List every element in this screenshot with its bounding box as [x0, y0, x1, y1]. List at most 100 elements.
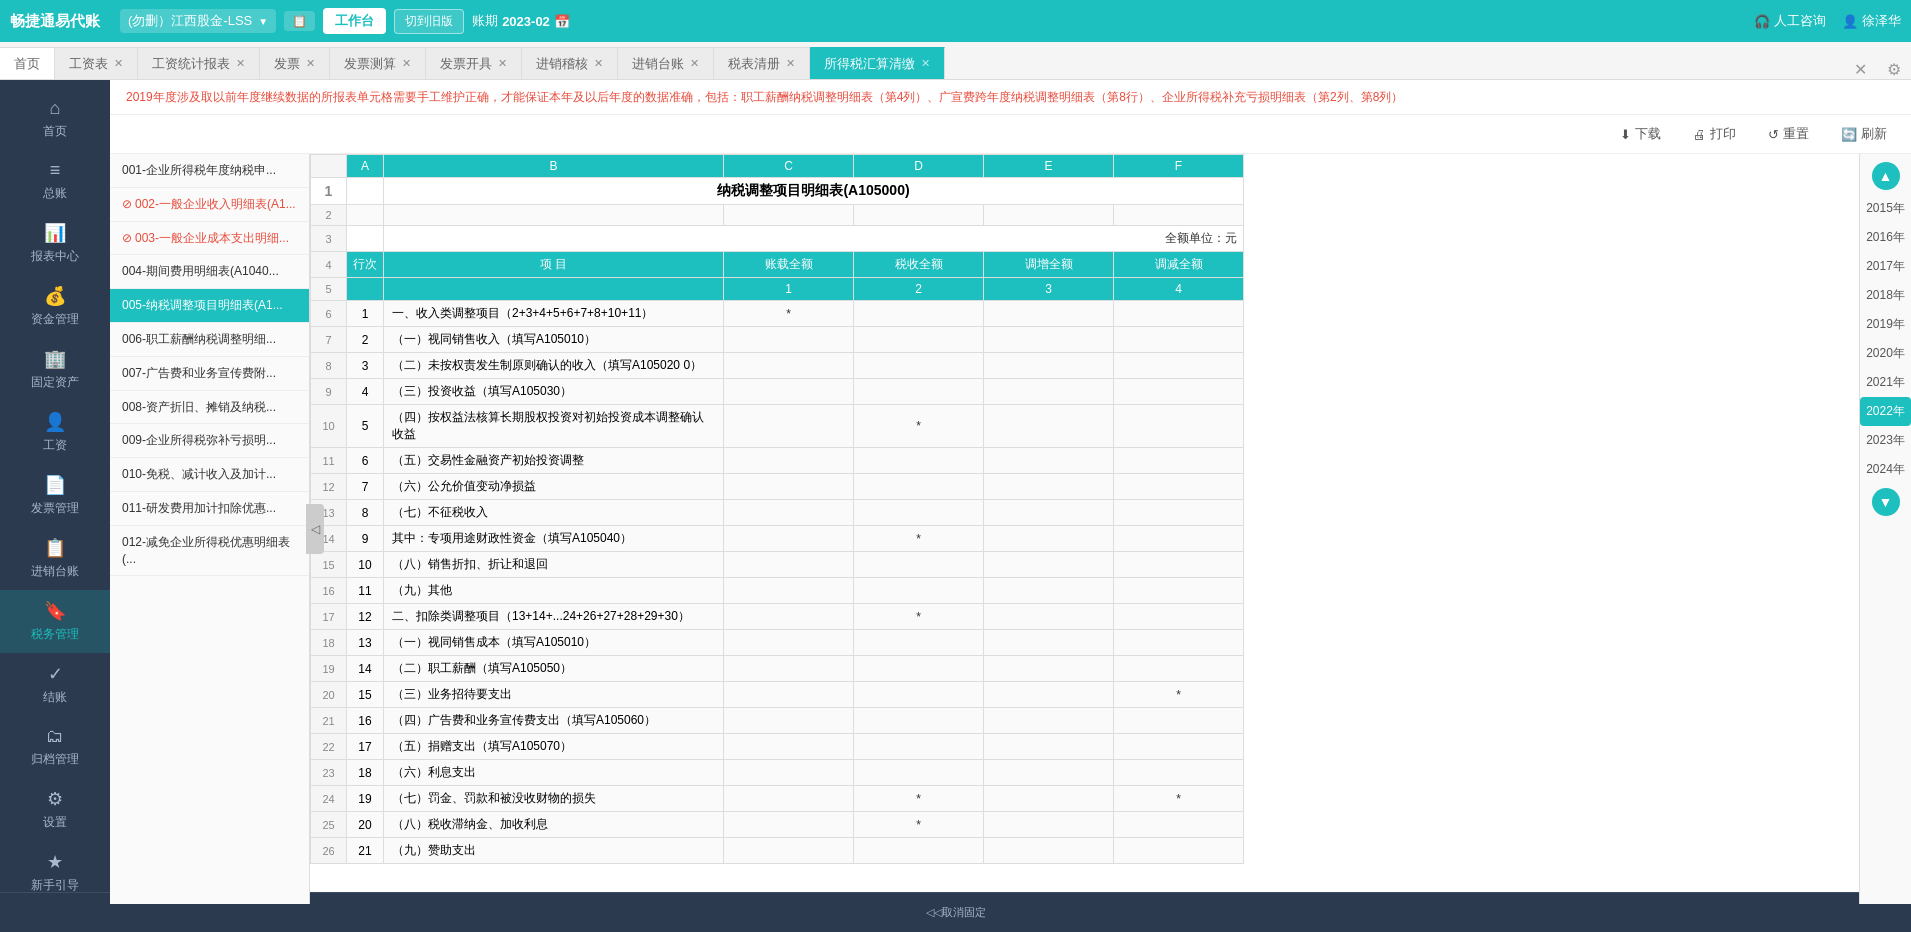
tab-close-icon[interactable]: ✕ — [594, 57, 603, 70]
year-2018[interactable]: 2018年 — [1860, 281, 1911, 310]
col3-cell[interactable] — [984, 656, 1114, 682]
reset-button[interactable]: ↺ 重置 — [1760, 121, 1817, 147]
col2-cell[interactable] — [854, 708, 984, 734]
col4-cell[interactable] — [1114, 526, 1244, 552]
line-num[interactable]: 19 — [347, 786, 384, 812]
tab-close-icon[interactable]: ✕ — [690, 57, 699, 70]
sidebar-item-input-ledger[interactable]: 📋 进销台账 — [0, 527, 110, 590]
item-cell[interactable]: 其中：专项用途财政性资金（填写A105040） — [384, 526, 724, 552]
list-item-004[interactable]: 004-期间费用明细表(A1040... — [110, 255, 309, 289]
item-cell[interactable]: 二、扣除类调整项目（13+14+...24+26+27+28+29+30） — [384, 604, 724, 630]
user-service-button[interactable]: 🎧 人工咨询 — [1754, 12, 1826, 30]
item-cell[interactable]: （一）视同销售收入（填写A105010） — [384, 327, 724, 353]
copy-button[interactable]: 📋 — [284, 11, 315, 31]
line-num[interactable]: 5 — [347, 405, 384, 448]
col1-cell[interactable] — [724, 448, 854, 474]
close-all-tabs-button[interactable]: ✕ — [1844, 60, 1877, 79]
tab-settings-icon[interactable]: ⚙ — [1877, 60, 1911, 79]
col3-cell[interactable] — [984, 379, 1114, 405]
col3-cell[interactable] — [984, 578, 1114, 604]
col3-cell[interactable] — [984, 708, 1114, 734]
tab-home[interactable]: 首页 — [0, 47, 55, 79]
item-cell[interactable]: （七）不征税收入 — [384, 500, 724, 526]
tab-close-icon[interactable]: ✕ — [402, 57, 411, 70]
col1-cell[interactable] — [724, 578, 854, 604]
year-2019[interactable]: 2019年 — [1860, 310, 1911, 339]
item-cell[interactable]: （八）销售折扣、折让和退回 — [384, 552, 724, 578]
col2-cell[interactable] — [854, 353, 984, 379]
col1-cell[interactable] — [724, 760, 854, 786]
sidebar-item-report[interactable]: 📊 报表中心 — [0, 212, 110, 275]
tab-input-ledger[interactable]: 进销台账 ✕ — [618, 47, 714, 79]
col3-cell[interactable] — [984, 405, 1114, 448]
line-num[interactable]: 8 — [347, 500, 384, 526]
item-cell[interactable]: （四）按权益法核算长期股权投资对初始投资成本调整确认收益 — [384, 405, 724, 448]
sidebar-item-settings[interactable]: ⚙ 设置 — [0, 778, 110, 841]
list-item-007[interactable]: 007-广告费和业务宣传费附... — [110, 357, 309, 391]
year-2017[interactable]: 2017年 — [1860, 252, 1911, 281]
col1-cell[interactable] — [724, 327, 854, 353]
col1-cell[interactable] — [724, 708, 854, 734]
col3-cell[interactable] — [984, 552, 1114, 578]
col2-cell[interactable]: * — [854, 604, 984, 630]
tab-close-icon[interactable]: ✕ — [306, 57, 315, 70]
year-2023[interactable]: 2023年 — [1860, 426, 1911, 455]
year-2015[interactable]: 2015年 — [1860, 194, 1911, 223]
item-cell[interactable]: （九）其他 — [384, 578, 724, 604]
refresh-button[interactable]: 🔄 刷新 — [1833, 121, 1895, 147]
col1-cell[interactable] — [724, 526, 854, 552]
item-cell[interactable]: （八）税收滞纳金、加收利息 — [384, 812, 724, 838]
item-cell[interactable]: （四）广告费和业务宣传费支出（填写A105060） — [384, 708, 724, 734]
year-2016[interactable]: 2016年 — [1860, 223, 1911, 252]
tab-input-check[interactable]: 进销稽核 ✕ — [522, 47, 618, 79]
col4-cell[interactable] — [1114, 578, 1244, 604]
item-cell[interactable]: （二）职工薪酬（填写A105050） — [384, 656, 724, 682]
calendar-icon[interactable]: 📅 — [554, 14, 570, 29]
col4-cell[interactable] — [1114, 656, 1244, 682]
col2-cell[interactable]: * — [854, 526, 984, 552]
col2-cell[interactable] — [854, 630, 984, 656]
sidebar-item-assets[interactable]: 🏢 固定资产 — [0, 338, 110, 401]
tab-payroll-stats[interactable]: 工资统计报表 ✕ — [138, 47, 260, 79]
tab-close-icon[interactable]: ✕ — [236, 57, 245, 70]
tab-invoice-open[interactable]: 发票开具 ✕ — [426, 47, 522, 79]
col3-cell[interactable] — [984, 500, 1114, 526]
col2-cell[interactable] — [854, 500, 984, 526]
user-menu[interactable]: 👤 徐泽华 — [1842, 12, 1901, 30]
item-cell[interactable]: （三）投资收益（填写A105030） — [384, 379, 724, 405]
col3-cell[interactable] — [984, 301, 1114, 327]
col3-cell[interactable] — [984, 760, 1114, 786]
year-nav-up[interactable]: ▲ — [1872, 162, 1900, 190]
col3-cell[interactable] — [984, 604, 1114, 630]
col3-cell[interactable] — [984, 327, 1114, 353]
col3-cell[interactable] — [984, 526, 1114, 552]
unfix-button[interactable]: ◁◁ 取消固定 — [0, 892, 110, 932]
col3-cell[interactable] — [984, 786, 1114, 812]
col1-cell[interactable] — [724, 734, 854, 760]
line-num[interactable]: 9 — [347, 526, 384, 552]
collapse-toggle[interactable]: ◁ — [306, 504, 324, 554]
line-num[interactable]: 17 — [347, 734, 384, 760]
sidebar-item-payroll[interactable]: 👤 工资 — [0, 401, 110, 464]
line-num[interactable]: 16 — [347, 708, 384, 734]
col3-cell[interactable] — [984, 448, 1114, 474]
line-num[interactable]: 11 — [347, 578, 384, 604]
line-num[interactable]: 2 — [347, 327, 384, 353]
item-cell[interactable]: （七）罚金、罚款和被没收财物的损失 — [384, 786, 724, 812]
col2-cell[interactable] — [854, 474, 984, 500]
line-num[interactable]: 1 — [347, 301, 384, 327]
col2-cell[interactable]: * — [854, 812, 984, 838]
col4-cell[interactable] — [1114, 379, 1244, 405]
list-item-001[interactable]: 001-企业所得税年度纳税申... — [110, 154, 309, 188]
col4-cell[interactable] — [1114, 630, 1244, 656]
download-button[interactable]: ⬇ 下载 — [1612, 121, 1669, 147]
col1-cell[interactable] — [724, 552, 854, 578]
year-2024[interactable]: 2024年 — [1860, 455, 1911, 484]
tab-close-icon[interactable]: ✕ — [114, 57, 123, 70]
item-cell[interactable]: （三）业务招待要支出 — [384, 682, 724, 708]
tab-close-icon[interactable]: ✕ — [921, 57, 930, 70]
col1-cell[interactable] — [724, 812, 854, 838]
year-2020[interactable]: 2020年 — [1860, 339, 1911, 368]
sidebar-item-finance[interactable]: 💰 资金管理 — [0, 275, 110, 338]
tab-tax-clearance[interactable]: 税表清册 ✕ — [714, 47, 810, 79]
